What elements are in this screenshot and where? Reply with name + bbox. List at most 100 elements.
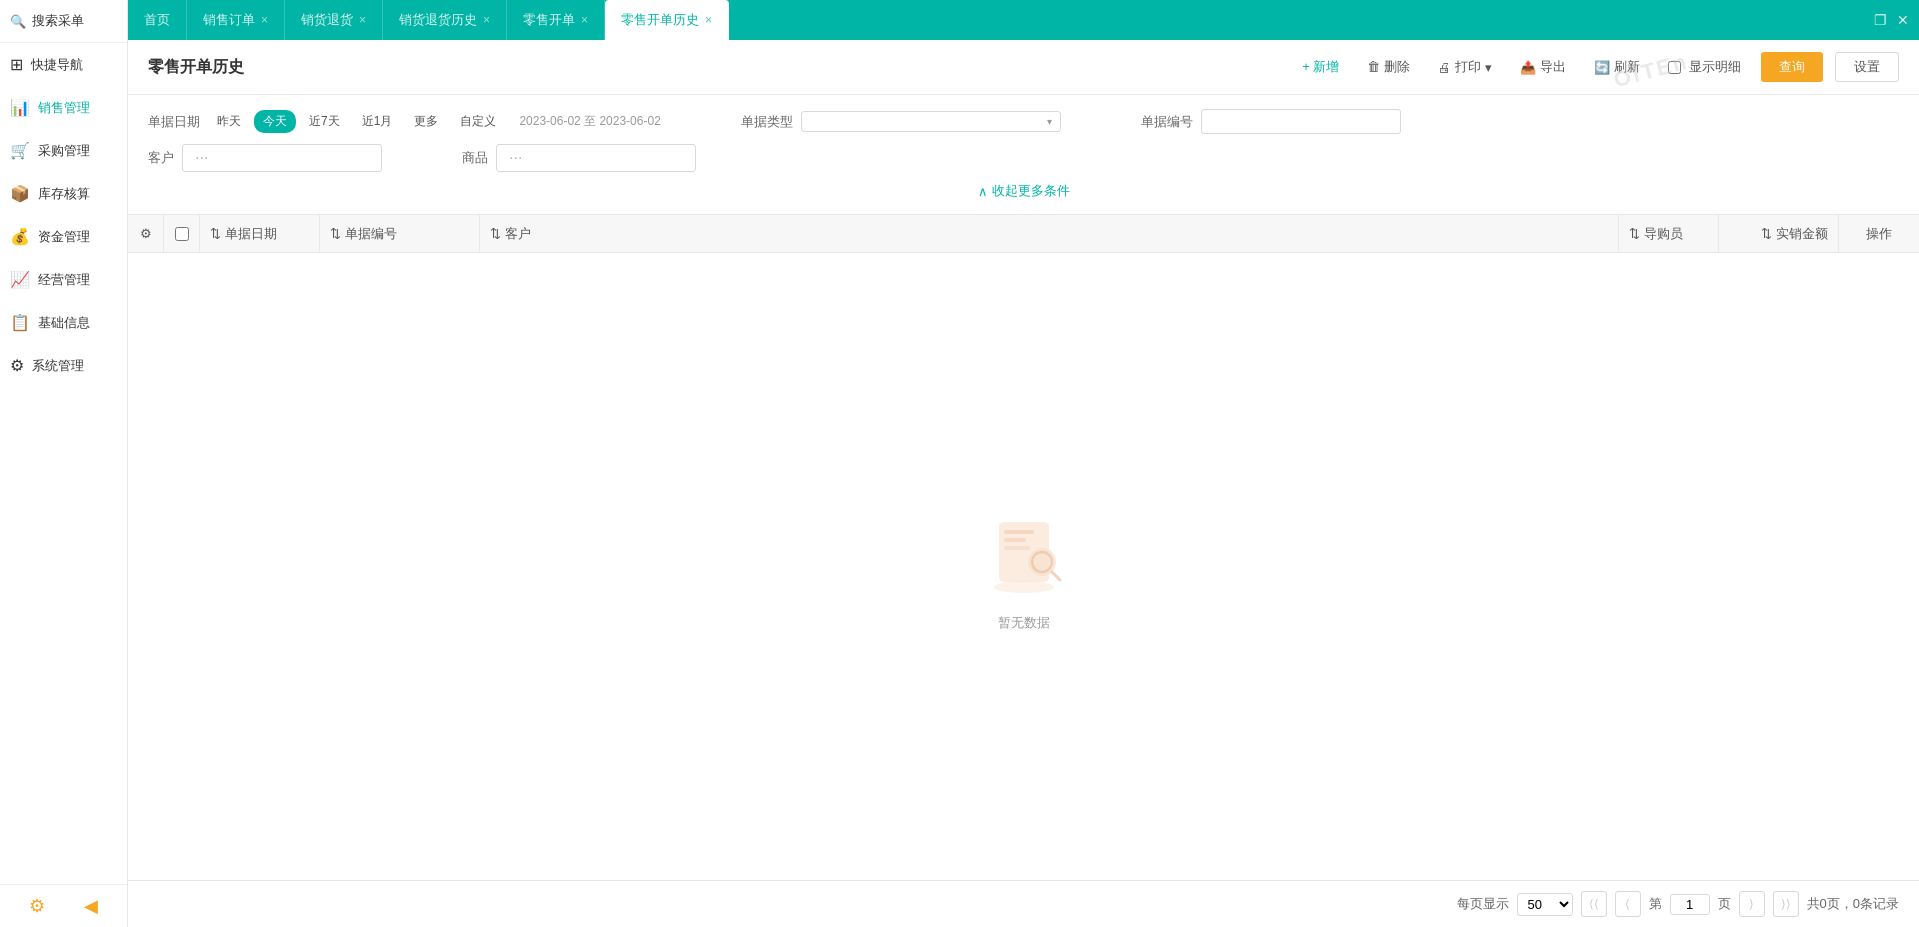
- tab-retail-history-close[interactable]: ×: [705, 13, 712, 27]
- display-detail-checkbox[interactable]: [1668, 61, 1681, 74]
- finance-icon: 💰: [10, 227, 30, 246]
- tab-bar: 首页 销售订单 × 销货退货 × 销货退货历史 × 零售开单 × 零售开单历史 …: [128, 0, 1919, 40]
- sidebar-item-basic-info[interactable]: 📋 基础信息: [0, 301, 127, 344]
- quick-nav-icon: ⊞: [10, 55, 23, 74]
- svg-rect-3: [1004, 538, 1026, 542]
- filter-date: 单据日期 昨天 今天 近7天 近1月 更多 自定义 2023-06-02 至 2…: [148, 110, 661, 133]
- tab-sales-return-history-close[interactable]: ×: [483, 13, 490, 27]
- delete-button[interactable]: 🗑 删除: [1359, 54, 1418, 80]
- page-first-button[interactable]: ⟨⟨: [1581, 891, 1607, 917]
- sidebar-item-sys-mgmt[interactable]: ⚙ 系统管理: [0, 344, 127, 387]
- collapse-more-conditions[interactable]: ∧ 收起更多条件: [978, 182, 1070, 200]
- date-btn-7days[interactable]: 近7天: [300, 110, 349, 133]
- inventory-icon: 📦: [10, 184, 30, 203]
- customer-select[interactable]: ···: [182, 144, 382, 172]
- settings-bottom-icon[interactable]: ⚙: [29, 895, 45, 917]
- add-button[interactable]: + 新增: [1294, 54, 1347, 80]
- customer-select-dots: ···: [195, 149, 208, 167]
- th-checkbox[interactable]: [164, 215, 200, 252]
- date-btn-more[interactable]: 更多: [405, 110, 447, 133]
- th-customer[interactable]: ⇅ 客户: [480, 215, 1619, 252]
- page-title: 零售开单历史: [148, 57, 244, 78]
- tab-sales-return-history[interactable]: 销货退货历史 ×: [383, 0, 507, 40]
- tab-retail-open[interactable]: 零售开单 ×: [507, 0, 605, 40]
- sidebar-item-inventory[interactable]: 📦 库存核算: [0, 172, 127, 215]
- tab-home[interactable]: 首页: [128, 0, 187, 40]
- page-size-select[interactable]: 50 10 20 100: [1517, 893, 1573, 916]
- export-icon: 📤: [1520, 60, 1536, 75]
- sidebar-item-finance[interactable]: 💰 资金管理: [0, 215, 127, 258]
- tab-sales-order[interactable]: 销售订单 ×: [187, 0, 285, 40]
- th-customer-label: 客户: [505, 225, 531, 243]
- display-detail-toggle[interactable]: 显示明细: [1660, 54, 1749, 80]
- th-action: 操作: [1839, 215, 1919, 252]
- window-close-icon[interactable]: ✕: [1897, 12, 1909, 28]
- refresh-icon: 🔄: [1594, 60, 1610, 75]
- collapse-sidebar-icon[interactable]: ◀: [84, 895, 98, 917]
- sidebar-item-label: 基础信息: [38, 314, 90, 332]
- empty-state: 暂无数据: [128, 253, 1919, 880]
- th-billno-sort-icon: ⇅: [330, 226, 341, 241]
- date-btn-yesterday[interactable]: 昨天: [208, 110, 250, 133]
- th-settings[interactable]: ⚙: [128, 215, 164, 252]
- product-select-dots: ···: [509, 149, 522, 167]
- tab-sales-return[interactable]: 销货退货 ×: [285, 0, 383, 40]
- th-customer-sort-icon: ⇅: [490, 226, 501, 241]
- bill-type-select[interactable]: ▾: [801, 111, 1061, 132]
- page-prev-button[interactable]: ⟨: [1615, 891, 1641, 917]
- tab-home-label: 首页: [144, 11, 170, 29]
- sidebar-item-quick-nav[interactable]: ⊞ 快捷导航: [0, 43, 127, 86]
- sidebar-search[interactable]: 🔍 搜索采单: [0, 0, 127, 43]
- basic-info-icon: 📋: [10, 313, 30, 332]
- th-guide[interactable]: ⇅ 导购员: [1619, 215, 1719, 252]
- table-header: ⚙ ⇅ 单据日期 ⇅ 单据编号 ⇅ 客户 ⇅ 导购员 ⇅: [128, 215, 1919, 253]
- page-last-button[interactable]: ⟩⟩: [1773, 891, 1799, 917]
- filter-customer: 客户 ···: [148, 144, 382, 172]
- product-select[interactable]: ···: [496, 144, 696, 172]
- refresh-label: 刷新: [1614, 58, 1640, 76]
- sidebar-item-ops-mgmt[interactable]: 📈 经营管理: [0, 258, 127, 301]
- th-amount[interactable]: ⇅ 实销金额: [1719, 215, 1839, 252]
- sidebar-item-purchase-mgmt[interactable]: 🛒 采购管理: [0, 129, 127, 172]
- bill-no-input[interactable]: [1201, 109, 1401, 134]
- query-button[interactable]: 查询: [1761, 52, 1823, 82]
- page-number-input[interactable]: [1670, 894, 1710, 915]
- svg-point-0: [994, 581, 1054, 593]
- sidebar-item-sales-mgmt[interactable]: 📊 销售管理: [0, 86, 127, 129]
- sidebar-bottom: ⚙ ◀: [0, 884, 127, 927]
- page-label: 第: [1649, 895, 1662, 913]
- refresh-button[interactable]: 🔄 刷新: [1586, 54, 1648, 80]
- collapse-label: 收起更多条件: [992, 182, 1070, 200]
- print-button[interactable]: 🖨 打印 ▾: [1430, 54, 1500, 80]
- print-icon: 🖨: [1438, 60, 1451, 75]
- sidebar-item-label: 快捷导航: [31, 56, 83, 74]
- sidebar-item-label: 经营管理: [38, 271, 90, 289]
- window-restore-icon[interactable]: ❐: [1874, 12, 1887, 28]
- th-billno[interactable]: ⇅ 单据编号: [320, 215, 480, 252]
- export-label: 导出: [1540, 58, 1566, 76]
- date-btn-1month[interactable]: 近1月: [353, 110, 402, 133]
- date-btn-today[interactable]: 今天: [254, 110, 296, 133]
- date-range-display: 2023-06-02 至 2023-06-02: [519, 113, 660, 130]
- filter-row-2: 客户 ··· 商品 ···: [148, 144, 1899, 172]
- empty-state-text: 暂无数据: [998, 614, 1050, 632]
- tab-retail-open-close[interactable]: ×: [581, 13, 588, 27]
- th-guide-sort-icon: ⇅: [1629, 226, 1640, 241]
- sidebar-item-label: 资金管理: [38, 228, 90, 246]
- tab-sales-return-label: 销货退货: [301, 11, 353, 29]
- th-guide-label: 导购员: [1644, 225, 1683, 243]
- filter-row-1: 单据日期 昨天 今天 近7天 近1月 更多 自定义 2023-06-02 至 2…: [148, 109, 1899, 134]
- select-all-checkbox[interactable]: [175, 227, 189, 241]
- date-btn-custom[interactable]: 自定义: [451, 110, 505, 133]
- tab-sales-return-close[interactable]: ×: [359, 13, 366, 27]
- filter-area: 单据日期 昨天 今天 近7天 近1月 更多 自定义 2023-06-02 至 2…: [128, 95, 1919, 215]
- export-button[interactable]: 📤 导出: [1512, 54, 1574, 80]
- th-action-label: 操作: [1866, 225, 1892, 243]
- filter-customer-label: 客户: [148, 149, 174, 167]
- tab-retail-history[interactable]: 零售开单历史 ×: [605, 0, 729, 40]
- th-date[interactable]: ⇅ 单据日期: [200, 215, 320, 252]
- tab-sales-order-close[interactable]: ×: [261, 13, 268, 27]
- page-next-button[interactable]: ⟩: [1739, 891, 1765, 917]
- settings-button[interactable]: 设置: [1835, 52, 1899, 82]
- th-amount-label: 实销金额: [1776, 225, 1828, 243]
